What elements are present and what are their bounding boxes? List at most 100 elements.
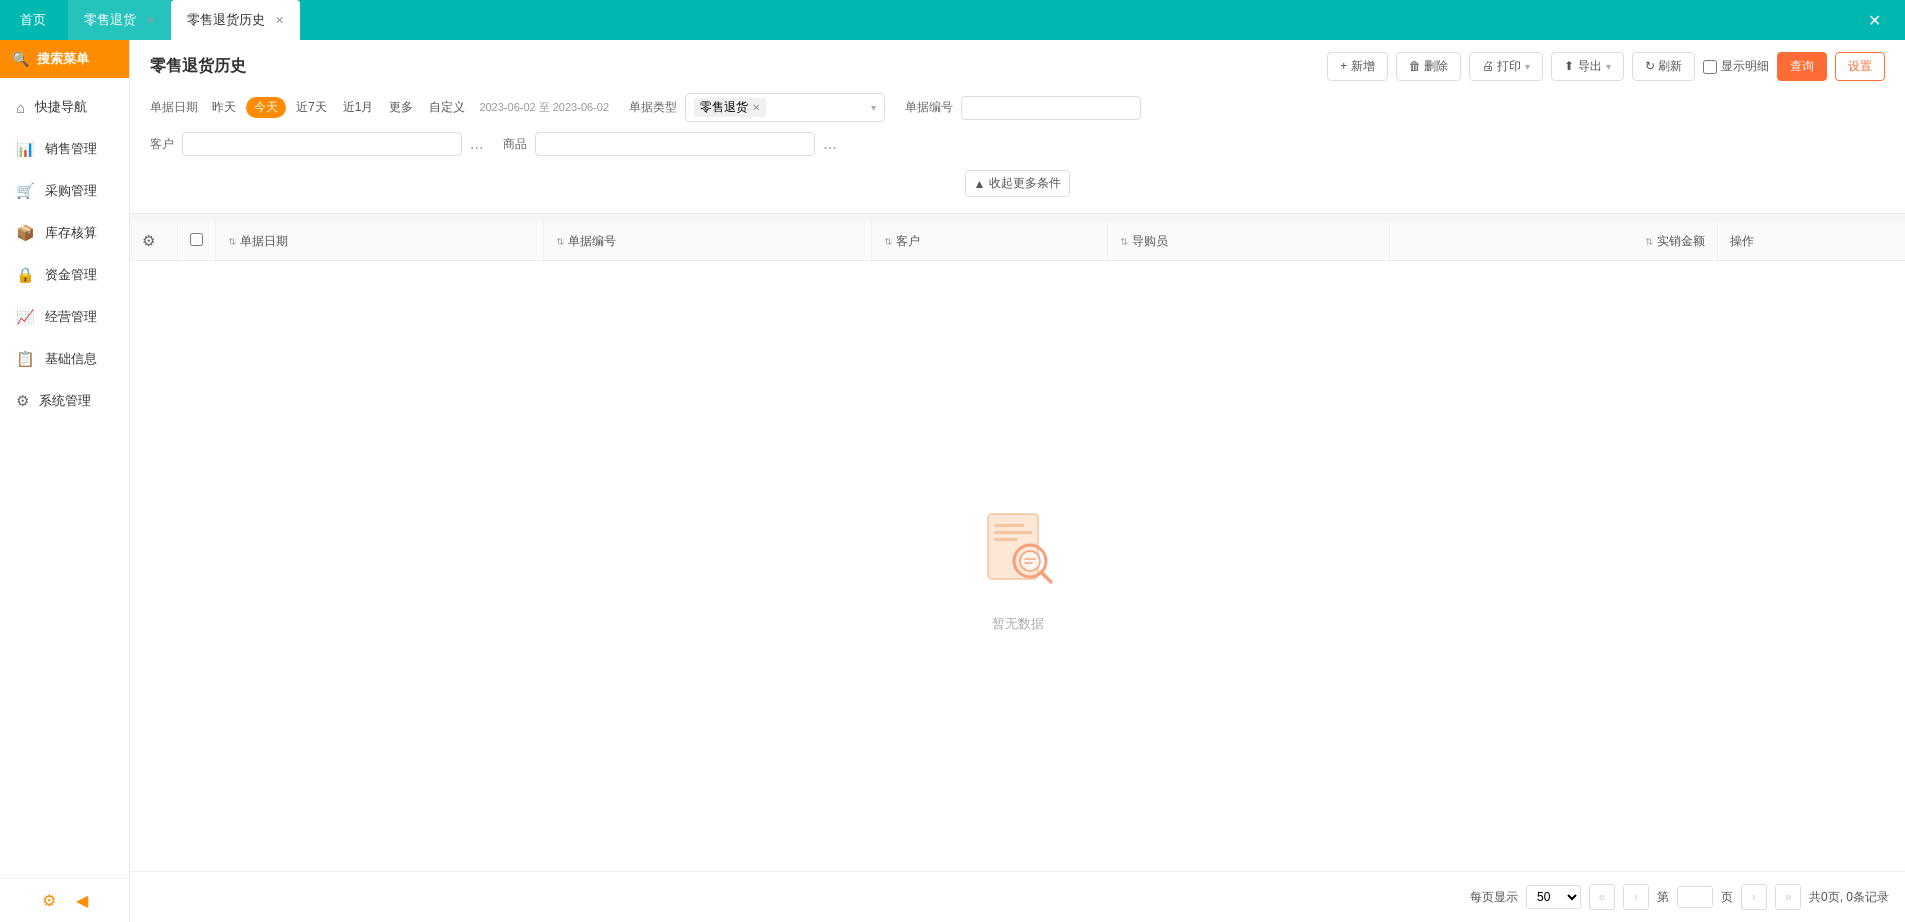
tab-retail-return[interactable]: 零售退货 ✕	[68, 0, 171, 40]
page-unit: 页	[1721, 889, 1733, 906]
customer-input[interactable]	[182, 132, 462, 156]
tab-retail-return-history-label: 零售退货历史	[187, 11, 265, 29]
svg-point-5	[1020, 551, 1040, 571]
page-title: 零售退货历史	[150, 56, 246, 77]
pagination-summary: 共0页, 0条记录	[1809, 889, 1889, 906]
customer-filter-label: 客户	[150, 136, 174, 153]
page-number-input[interactable]: 1	[1677, 886, 1713, 908]
tab-retail-return-history[interactable]: 零售退货历史 ✕	[171, 0, 300, 40]
toolbar: + 新增 🗑 删除 🖨 打印 ▾ ⬆ 导出 ▾ ↻ 刷新 显示明细	[1327, 52, 1885, 81]
svg-rect-2	[994, 531, 1032, 534]
col-guide-sort-icon[interactable]: ⇅	[1120, 236, 1128, 247]
page-first-btn[interactable]: «	[1589, 884, 1615, 910]
sidebar-item-inventory[interactable]: 📦 库存核算	[0, 212, 129, 254]
select-all-checkbox[interactable]	[190, 233, 203, 246]
print-dropdown-icon: ▾	[1525, 61, 1530, 72]
query-button[interactable]: 查询	[1777, 52, 1827, 81]
col-amount-sort-icon[interactable]: ⇅	[1645, 236, 1653, 247]
goods-dots[interactable]: ...	[823, 135, 836, 153]
collapse-sidebar-icon[interactable]: ◀	[76, 891, 88, 910]
gear-icon[interactable]: ⚙	[42, 891, 56, 910]
page-last-btn[interactable]: »	[1775, 884, 1801, 910]
sidebar-search[interactable]: 🔍 搜索菜单	[0, 40, 129, 78]
number-input[interactable]	[961, 96, 1141, 120]
tab-retail-return-close[interactable]: ✕	[146, 14, 155, 27]
sidebar-item-sys-mgmt[interactable]: ⚙ 系统管理	[0, 380, 129, 422]
date-range-value: 2023-06-02 至 2023-06-02	[479, 100, 609, 115]
customer-dots[interactable]: ...	[470, 135, 483, 153]
sidebar-item-ops-mgmt[interactable]: 📈 经营管理	[0, 296, 129, 338]
svg-line-6	[1041, 572, 1051, 582]
filter-customer: 客户 ...	[150, 132, 483, 156]
print-label: 🖨 打印	[1482, 58, 1521, 75]
sidebar-bottom: ⚙ ◀	[0, 878, 129, 922]
sidebar-item-fund-mgmt[interactable]: 🔒 资金管理	[0, 254, 129, 296]
tab-home-label: 首页	[20, 11, 46, 29]
date-opt-today[interactable]: 今天	[246, 97, 286, 118]
content-area: 零售退货历史 + 新增 🗑 删除 🖨 打印 ▾ ⬆ 导出 ▾ ↻ 刷新	[130, 40, 1905, 922]
per-page-select[interactable]: 50 10 20 100	[1526, 885, 1581, 909]
filter-area: 单据日期 昨天 今天 近7天 近1月 更多 自定义 2023-06-02 至 2…	[150, 93, 1885, 213]
page-prev-btn[interactable]: ‹	[1623, 884, 1649, 910]
show-detail-checkbox[interactable]	[1703, 60, 1717, 74]
type-select[interactable]: 零售退货 ✕ ▾	[685, 93, 885, 122]
type-filter-label: 单据类型	[629, 99, 677, 116]
page-last-icon: »	[1785, 890, 1792, 904]
sidebar-item-purchase-mgmt[interactable]: 🛒 采购管理	[0, 170, 129, 212]
sidebar: 🔍 搜索菜单 ⌂ 快捷导航 📊 销售管理 🛒 采购管理 📦 库存核算 🔒	[0, 40, 130, 922]
page-next-btn[interactable]: ›	[1741, 884, 1767, 910]
filter-goods: 商品 ...	[503, 132, 836, 156]
page-next-icon: ›	[1752, 890, 1756, 904]
date-opt-yesterday[interactable]: 昨天	[206, 97, 242, 118]
show-detail-toggle: 显示明细	[1703, 58, 1769, 75]
col-date-sort-icon[interactable]: ⇅	[228, 236, 236, 247]
collapse-icon: ▲	[974, 177, 986, 191]
col-number-sort-icon[interactable]: ⇅	[556, 236, 564, 247]
table-settings-icon[interactable]: ⚙	[142, 232, 155, 249]
delete-button[interactable]: 🗑 删除	[1396, 52, 1461, 81]
filter-type: 单据类型 零售退货 ✕ ▾	[629, 93, 885, 122]
purchase-icon: 🛒	[16, 182, 35, 200]
show-detail-label: 显示明细	[1721, 58, 1769, 75]
date-opt-custom[interactable]: 自定义	[423, 97, 471, 118]
page-first-icon: «	[1599, 890, 1606, 904]
sidebar-item-sales-mgmt[interactable]: 📊 销售管理	[0, 128, 129, 170]
sidebar-item-ops-mgmt-label: 经营管理	[45, 308, 97, 326]
print-button[interactable]: 🖨 打印 ▾	[1469, 52, 1543, 81]
col-customer-sort-icon[interactable]: ⇅	[884, 236, 892, 247]
goods-input[interactable]	[535, 132, 815, 156]
table-container: ⚙ ⇅ 单据日期	[130, 222, 1905, 922]
date-options: 昨天 今天 近7天 近1月 更多 自定义	[206, 97, 471, 118]
number-filter-label: 单据编号	[905, 99, 953, 116]
col-header-customer: ⇅ 客户	[872, 222, 1108, 261]
export-button[interactable]: ⬆ 导出 ▾	[1551, 52, 1623, 81]
main-layout: 🔍 搜索菜单 ⌂ 快捷导航 📊 销售管理 🛒 采购管理 📦 库存核算 🔒	[0, 40, 1905, 922]
col-header-date: ⇅ 单据日期	[216, 222, 544, 261]
refresh-button[interactable]: ↻ 刷新	[1632, 52, 1695, 81]
sidebar-item-fund-mgmt-label: 资金管理	[45, 266, 97, 284]
date-opt-more[interactable]: 更多	[383, 97, 419, 118]
add-button[interactable]: + 新增	[1327, 52, 1387, 81]
sidebar-item-basic-info-label: 基础信息	[45, 350, 97, 368]
settings-button[interactable]: 设置	[1835, 52, 1885, 81]
tab-home[interactable]: 首页	[0, 0, 66, 40]
pagination: 每页显示 50 10 20 100 « ‹ 第 1 页 ›	[130, 871, 1905, 922]
page-title-row: 零售退货历史 + 新增 🗑 删除 🖨 打印 ▾ ⬆ 导出 ▾ ↻ 刷新	[150, 52, 1885, 81]
type-tag-close[interactable]: ✕	[752, 102, 760, 113]
type-tag: 零售退货 ✕	[694, 98, 766, 117]
tab-retail-return-history-close[interactable]: ✕	[275, 14, 284, 27]
sidebar-menu: ⌂ 快捷导航 📊 销售管理 🛒 采购管理 📦 库存核算 🔒 资金管理 📈	[0, 78, 129, 878]
collapse-button[interactable]: ▲ 收起更多条件	[965, 170, 1071, 197]
sidebar-item-basic-info[interactable]: 📋 基础信息	[0, 338, 129, 380]
top-bar: 首页 零售退货 ✕ 零售退货历史 ✕ ✕	[0, 0, 1905, 40]
date-opt-1month[interactable]: 近1月	[337, 97, 380, 118]
col-header-action: 操作	[1718, 222, 1905, 261]
top-bar-right: ✕	[1860, 11, 1905, 30]
svg-rect-1	[994, 524, 1024, 527]
date-opt-7days[interactable]: 近7天	[290, 97, 333, 118]
window-close-button[interactable]: ✕	[1860, 11, 1889, 30]
sidebar-item-sys-mgmt-label: 系统管理	[39, 392, 91, 410]
sidebar-item-quick-nav[interactable]: ⌂ 快捷导航	[0, 86, 129, 128]
goods-filter-label: 商品	[503, 136, 527, 153]
search-icon: 🔍	[12, 51, 29, 67]
